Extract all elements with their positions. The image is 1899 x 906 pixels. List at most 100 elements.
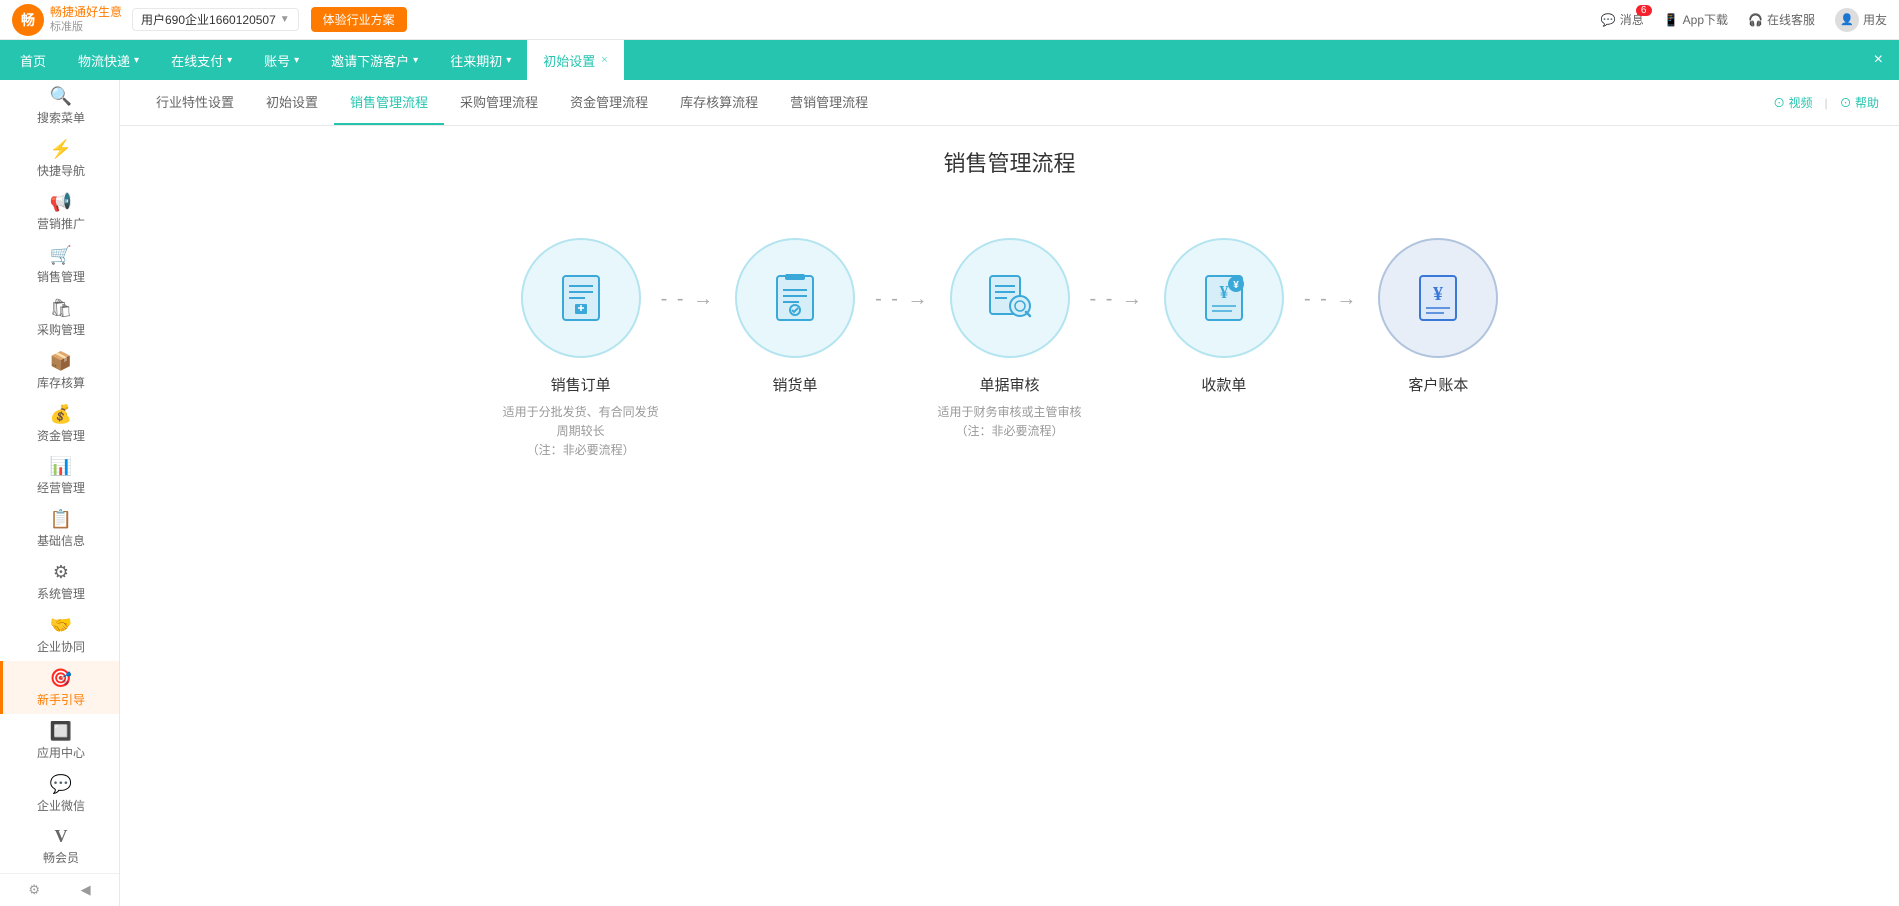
sidebar-item-operations[interactable]: 📊 经营管理 — [0, 450, 119, 503]
sidebar-bottom: ⚙ ◀ — [0, 873, 119, 906]
nav-tab-init[interactable]: 初始设置 × — [527, 40, 623, 80]
sidebar-item-search[interactable]: 🔍 搜索菜单 — [0, 80, 119, 133]
tab-close-icon[interactable]: × — [601, 54, 607, 66]
flow-circle-delivery-note[interactable] — [735, 238, 855, 358]
sidebar-item-basic-info[interactable]: 📋 基础信息 — [0, 503, 119, 556]
flow-name-receipt: 收款单 — [1201, 374, 1246, 395]
flow-circle-account-book[interactable]: ¥ — [1378, 238, 1498, 358]
svg-text:¥: ¥ — [1233, 280, 1239, 291]
grid-icon: 🔲 — [50, 721, 72, 742]
wechat-icon: 💬 — [50, 774, 72, 795]
sidebar-item-system[interactable]: ⚙ 系统管理 — [0, 556, 119, 609]
flow-arrow-4: - - → — [1304, 238, 1358, 311]
headset-icon: 🎧 — [1748, 13, 1763, 27]
sub-tab-init[interactable]: 初始设置 — [250, 80, 334, 125]
nav-tab-invite[interactable]: 邀请下游客户 ▾ — [315, 40, 434, 80]
top-right-actions: 💬 消息 6 📱 App下载 🎧 在线客服 👤 用友 — [1601, 8, 1887, 32]
nav-tab-logistics[interactable]: 物流快递 ▾ — [62, 40, 155, 80]
sidebar-item-guide[interactable]: 🎯 新手引导 — [0, 661, 119, 714]
gear-icon: ⚙ — [53, 562, 69, 583]
flow-circle-receipt[interactable]: ¥ ¥ — [1164, 238, 1284, 358]
flow-desc-audit: 适用于财务审核或主管审核（注：非必要流程） — [937, 403, 1081, 441]
bag-icon: 🛍 — [50, 298, 73, 319]
content-area: 销售管理流程 — [120, 126, 1899, 906]
sub-tab-finance-flow[interactable]: 资金管理流程 — [554, 80, 664, 125]
flow-arrow-1: - - → — [661, 238, 715, 311]
chevron-down-icon: ▾ — [227, 55, 232, 66]
app-download-btn[interactable]: 📱 App下载 — [1664, 11, 1728, 28]
main-content: 行业特性设置 初始设置 销售管理流程 采购管理流程 资金管理流程 库存核算流程 … — [120, 80, 1899, 906]
chevron-down-icon: ▾ — [413, 55, 418, 66]
chevron-down-icon: ▾ — [134, 55, 139, 66]
sidebar-item-sales[interactable]: 🛒 销售管理 — [0, 239, 119, 292]
sub-tab-sales-flow[interactable]: 销售管理流程 — [334, 80, 444, 125]
avatar: 👤 — [1835, 8, 1859, 32]
navbar-close-btn[interactable]: × — [1858, 51, 1899, 69]
settings-icon[interactable]: ⚙ — [28, 882, 40, 898]
video-btn[interactable]: ⊙ 视频 — [1773, 94, 1812, 111]
logo-text: 畅捷通好生意 标准版 — [50, 5, 122, 35]
app-icon: 📱 — [1664, 13, 1679, 27]
handshake-icon: 🤝 — [50, 615, 72, 636]
user-selector[interactable]: 用户690企业1660120507 ▼ — [132, 8, 299, 31]
sidebar-item-finance[interactable]: 💰 资金管理 — [0, 397, 119, 450]
top-bar: 畅 畅捷通好生意 标准版 用户690企业1660120507 ▼ 体验行业方案 … — [0, 0, 1899, 40]
help-btn[interactable]: ⊙ 帮助 — [1840, 94, 1879, 111]
main-layout: 🔍 搜索菜单 ⚡ 快捷导航 📢 营销推广 🛒 销售管理 🛍 采购管理 📦 库存核… — [0, 80, 1899, 906]
logo: 畅 畅捷通好生意 标准版 — [12, 4, 132, 36]
megaphone-icon: 📢 — [50, 192, 72, 213]
flow-name-delivery-note: 销货单 — [773, 374, 818, 395]
svg-text:¥: ¥ — [1433, 283, 1443, 305]
flow-item-delivery-note: 销货单 — [715, 238, 875, 403]
flow-item-receipt: ¥ ¥ 收款单 — [1144, 238, 1304, 403]
sub-tab-industry[interactable]: 行业特性设置 — [140, 80, 250, 125]
sub-tabs-right: ⊙ 视频 | ⊙ 帮助 — [1773, 94, 1879, 111]
money-icon: 💰 — [50, 404, 72, 425]
chevron-down-icon: ▾ — [294, 55, 299, 66]
flow-arrow-3: - - → — [1090, 238, 1144, 311]
search-icon: 🔍 — [50, 86, 72, 107]
exp-btn[interactable]: 体验行业方案 — [311, 7, 407, 32]
flow-name-sales-order: 销售订单 — [551, 374, 611, 395]
clipboard-icon: 📋 — [50, 509, 72, 530]
message-icon: 💬 — [1601, 13, 1616, 27]
sub-tabs: 行业特性设置 初始设置 销售管理流程 采购管理流程 资金管理流程 库存核算流程 … — [120, 80, 1899, 126]
flow-item-account-book: ¥ 客户账本 — [1358, 238, 1518, 403]
dropdown-arrow-icon: ▼ — [280, 14, 290, 25]
flow-diagram: 销售订单 适用于分批发货、有合同发货周期较长（注：非必要流程） - - → — [140, 238, 1879, 461]
flow-circle-sales-order[interactable] — [521, 238, 641, 358]
nav-tab-account[interactable]: 账号 ▾ — [248, 40, 315, 80]
service-btn[interactable]: 🎧 在线客服 — [1748, 11, 1815, 28]
lightning-icon: ⚡ — [50, 139, 72, 160]
sidebar-item-collab[interactable]: 🤝 企业协同 — [0, 609, 119, 662]
svg-text:¥: ¥ — [1219, 282, 1228, 302]
nav-tab-home[interactable]: 首页 — [4, 40, 62, 80]
flow-circle-audit[interactable] — [950, 238, 1070, 358]
sub-tab-purchase-flow[interactable]: 采购管理流程 — [444, 80, 554, 125]
cart-icon: 🛒 — [50, 245, 72, 266]
sub-tab-marketing-flow[interactable]: 营销管理流程 — [774, 80, 884, 125]
flow-desc-sales-order: 适用于分批发货、有合同发货周期较长（注：非必要流程） — [501, 403, 661, 461]
flow-item-audit: 单据审核 适用于财务审核或主管审核（注：非必要流程） — [930, 238, 1090, 441]
nav-tab-period[interactable]: 往来期初 ▾ — [434, 40, 527, 80]
collapse-icon[interactable]: ◀ — [81, 882, 91, 898]
sidebar-item-quick-nav[interactable]: ⚡ 快捷导航 — [0, 133, 119, 186]
sidebar-item-wechat[interactable]: 💬 企业微信 — [0, 767, 119, 820]
nav-tab-payment[interactable]: 在线支付 ▾ — [155, 40, 248, 80]
sidebar-item-app-center[interactable]: 🔲 应用中心 — [0, 714, 119, 767]
message-btn[interactable]: 💬 消息 6 — [1601, 11, 1644, 28]
nav-bar: 首页 物流快递 ▾ 在线支付 ▾ 账号 ▾ 邀请下游客户 ▾ 往来期初 ▾ 初始… — [0, 40, 1899, 80]
box-icon: 📦 — [50, 351, 72, 372]
user-avatar-btn[interactable]: 👤 用友 — [1835, 8, 1887, 32]
flow-name-audit: 单据审核 — [979, 374, 1039, 395]
sub-tab-inventory-flow[interactable]: 库存核算流程 — [664, 80, 774, 125]
flow-item-sales-order: 销售订单 适用于分批发货、有合同发货周期较长（注：非必要流程） — [501, 238, 661, 461]
sidebar: 🔍 搜索菜单 ⚡ 快捷导航 📢 营销推广 🛒 销售管理 🛍 采购管理 📦 库存核… — [0, 80, 120, 906]
sidebar-item-inventory[interactable]: 📦 库存核算 — [0, 344, 119, 397]
page-title: 销售管理流程 — [140, 146, 1879, 178]
user-label: 用户690企业1660120507 — [141, 11, 276, 28]
target-icon: 🎯 — [50, 668, 72, 689]
sidebar-item-purchase[interactable]: 🛍 采购管理 — [0, 291, 119, 344]
sidebar-item-marketing[interactable]: 📢 营销推广 — [0, 186, 119, 239]
sidebar-item-vip[interactable]: V 畅会员 — [0, 820, 119, 873]
